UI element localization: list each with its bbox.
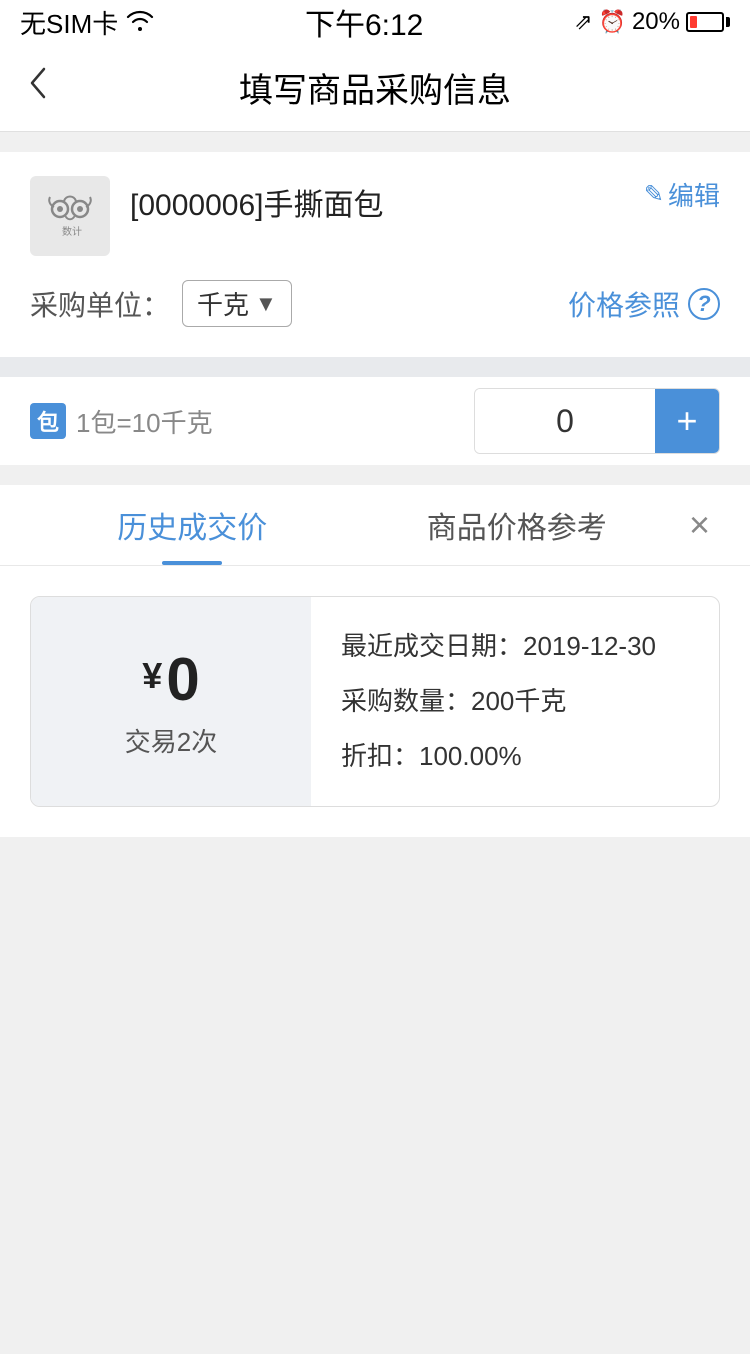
price-card-container: ¥ 0 交易2次 最近成交日期：2019-12-30 采购数量：200千克 折扣… bbox=[0, 566, 750, 837]
edit-icon: ✎ bbox=[644, 180, 664, 209]
unit-label: 采购单位： bbox=[30, 284, 170, 324]
section-divider bbox=[0, 357, 750, 377]
nav-bar: 填写商品采购信息 bbox=[0, 44, 750, 132]
price-card-right: 最近成交日期：2019-12-30 采购数量：200千克 折扣：100.00% bbox=[311, 597, 719, 806]
tab-section: 历史成交价 商品价格参考 × ¥ 0 交易2次 最近成 bbox=[0, 485, 750, 837]
main-content: 数计 [0000006]手撕面包 ✎ 编辑 采购单位： 千克 bbox=[0, 152, 750, 1354]
status-right: ⇗ ⏰ 20% bbox=[574, 8, 730, 36]
price-detail-date: 最近成交日期：2019-12-30 bbox=[341, 627, 689, 666]
signal-text: 无SIM卡 bbox=[20, 4, 118, 41]
tab-header: 历史成交价 商品价格参考 × bbox=[0, 485, 750, 566]
tab-history-price[interactable]: 历史成交价 bbox=[30, 485, 354, 565]
quantity-input-group: + bbox=[474, 388, 720, 454]
edit-button[interactable]: ✎ 编辑 bbox=[644, 176, 720, 213]
product-thumbnail: 数计 bbox=[30, 176, 110, 256]
price-amount: ¥ 0 bbox=[142, 645, 199, 714]
product-header: 数计 [0000006]手撕面包 ✎ 编辑 bbox=[30, 176, 720, 256]
time-display: 下午6:12 bbox=[305, 0, 423, 44]
unit-select[interactable]: 千克 ▼ bbox=[182, 280, 292, 327]
unit-section: 采购单位： 千克 ▼ bbox=[30, 280, 292, 327]
quantity-plus-button[interactable]: + bbox=[655, 389, 719, 453]
price-currency: ¥ bbox=[142, 655, 162, 697]
tab-price-reference[interactable]: 商品价格参考 bbox=[354, 485, 678, 565]
price-detail-discount: 折扣：100.00% bbox=[341, 737, 689, 776]
unit-value: 千克 bbox=[197, 285, 249, 322]
unit-arrow-icon: ▼ bbox=[255, 291, 277, 317]
quantity-input[interactable] bbox=[475, 389, 655, 453]
back-button[interactable] bbox=[24, 61, 52, 115]
price-number: 0 bbox=[166, 645, 199, 714]
price-card-left: ¥ 0 交易2次 bbox=[31, 597, 311, 806]
unit-convert: 1包=10千克 bbox=[76, 403, 213, 440]
alarm-icon: ⏰ bbox=[599, 9, 626, 35]
price-trades: 交易2次 bbox=[125, 722, 217, 759]
page-title: 填写商品采购信息 bbox=[239, 63, 511, 112]
battery-percent: 20% bbox=[632, 8, 680, 36]
location-icon: ⇗ bbox=[574, 9, 592, 35]
product-unit-row: 采购单位： 千克 ▼ 价格参照 ? bbox=[30, 280, 720, 327]
price-ref-help-icon: ? bbox=[688, 288, 720, 320]
svg-text:数计: 数计 bbox=[62, 225, 82, 238]
tab-active-indicator bbox=[162, 561, 222, 565]
status-left: 无SIM卡 bbox=[20, 4, 154, 41]
price-ref-label: 价格参照 bbox=[568, 284, 680, 324]
quantity-unit-label: 包 1包=10千克 bbox=[30, 403, 213, 440]
unit-badge: 包 bbox=[30, 403, 66, 439]
quantity-row: 包 1包=10千克 + bbox=[0, 377, 750, 465]
battery-icon bbox=[686, 12, 730, 32]
product-card: 数计 [0000006]手撕面包 ✎ 编辑 采购单位： 千克 bbox=[0, 152, 750, 357]
wifi-icon bbox=[126, 7, 154, 38]
status-bar: 无SIM卡 下午6:12 ⇗ ⏰ 20% bbox=[0, 0, 750, 44]
price-card: ¥ 0 交易2次 最近成交日期：2019-12-30 采购数量：200千克 折扣… bbox=[30, 596, 720, 807]
product-name: [0000006]手撕面包 bbox=[130, 176, 383, 224]
product-logo: 数计 bbox=[40, 181, 100, 251]
price-reference-button[interactable]: 价格参照 ? bbox=[568, 284, 720, 324]
tab-close-button[interactable]: × bbox=[679, 504, 720, 546]
product-left: 数计 [0000006]手撕面包 bbox=[30, 176, 383, 256]
price-detail-quantity: 采购数量：200千克 bbox=[341, 682, 689, 721]
